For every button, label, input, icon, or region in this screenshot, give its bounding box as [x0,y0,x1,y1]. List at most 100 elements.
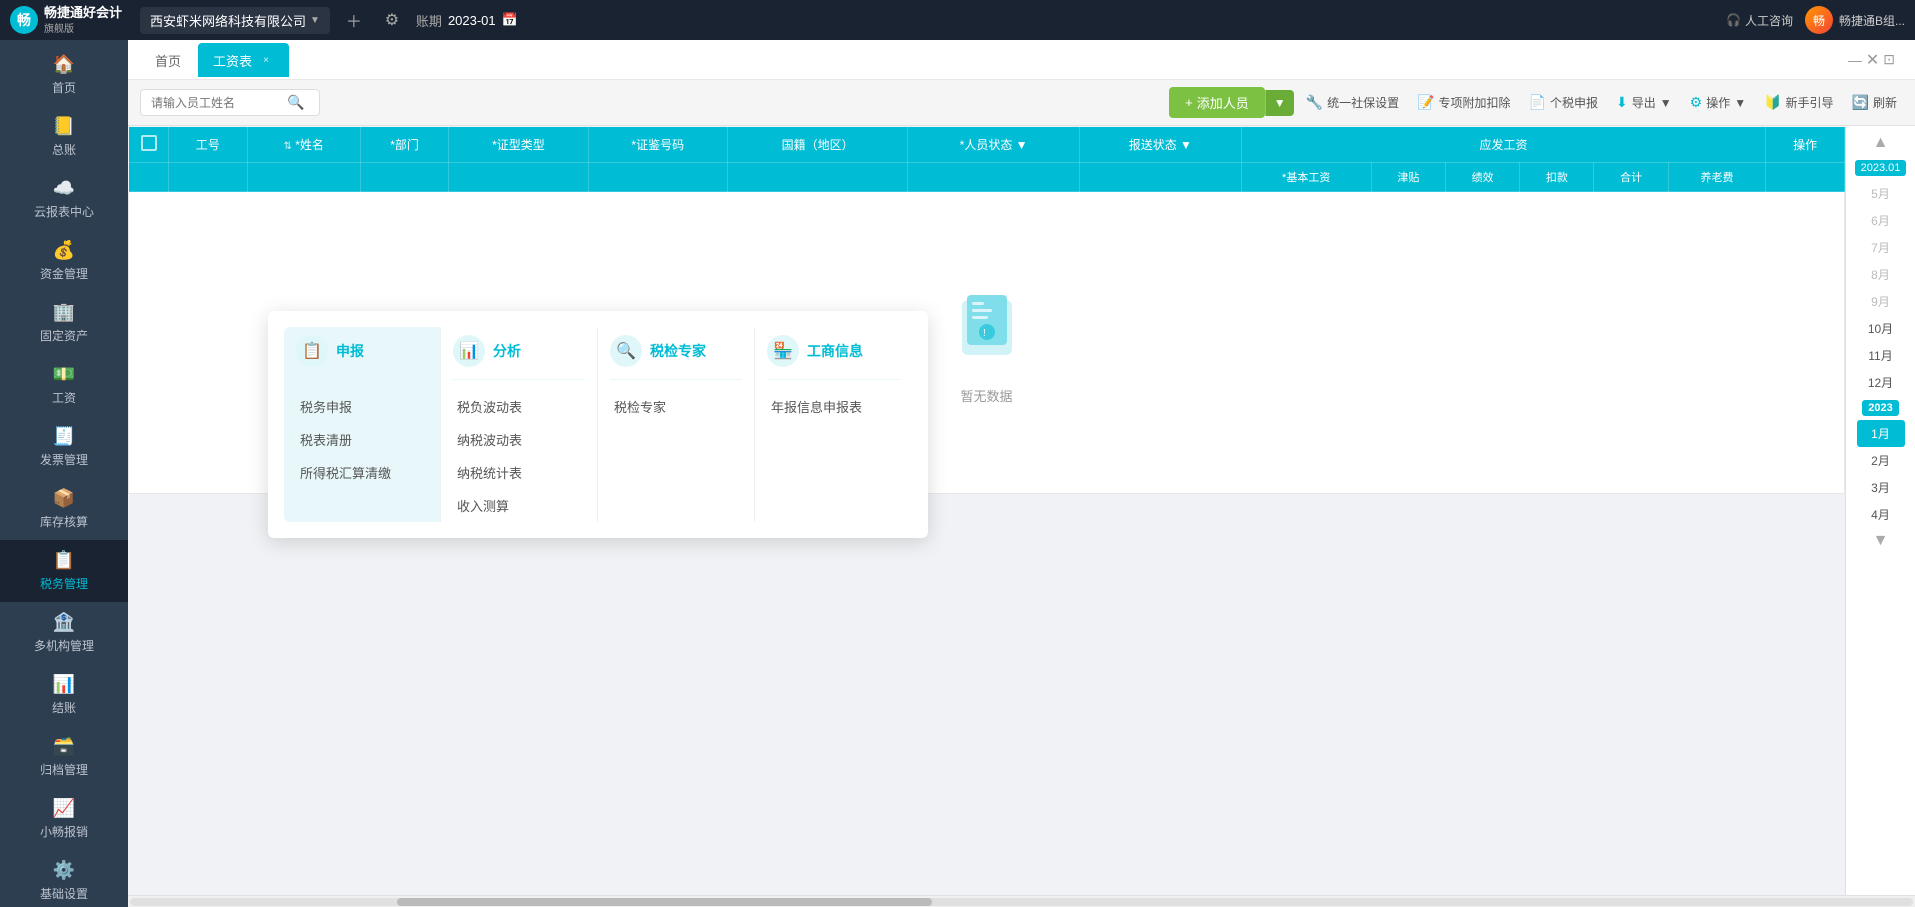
close-button[interactable]: ✕ [1866,50,1879,70]
sort-name-icon[interactable]: ⇅ [283,141,291,152]
sidebar-item-assets[interactable]: 🏢 固定资产 [0,292,128,354]
svg-text:!: ! [983,328,986,339]
operation-icon: ⚙ [1690,94,1703,111]
cal-month-aug[interactable]: 8月 [1857,261,1905,288]
tax-col-bizinfo: 🏪 工商信息 年报信息申报表 [755,327,912,522]
select-all-checkbox[interactable] [141,135,157,151]
sidebar-item-home[interactable]: 🏠 首页 [0,44,128,106]
analysis-icon: 📊 [453,335,485,367]
tax-return-button[interactable]: 📄 个税申报 [1523,90,1604,115]
search-input[interactable] [151,96,281,110]
sidebar-item-settle[interactable]: 📊 结账 [0,664,128,726]
social-security-button[interactable]: 🔧 统一社保设置 [1300,90,1405,115]
declare-header: 📋 申报 [296,327,428,380]
restore-button[interactable]: ⊡ [1883,51,1895,68]
cal-month-dec[interactable]: 12月 [1857,369,1905,396]
tax-item-tax-list[interactable]: 税表清册 [296,423,428,456]
archive-icon: 🗃️ [53,736,75,757]
cal-month-jun[interactable]: 6月 [1857,207,1905,234]
tax-menu-grid: 📋 申报 税务申报 税表清册 所得税汇算清缴 📊 分析 [284,327,912,522]
sidebar-item-invoices[interactable]: 🧾 发票管理 [0,416,128,478]
h-scrollbar[interactable] [128,895,1915,907]
sidebar-item-settings[interactable]: ⚙️ 基础设置 [0,850,128,907]
sidebar-item-multi[interactable]: 🏦 多机构管理 [0,602,128,664]
sidebar-label-invoices: 发票管理 [40,451,88,468]
cal-month-mar[interactable]: 3月 [1857,474,1905,501]
cal-month-feb[interactable]: 2月 [1857,447,1905,474]
th-sub-empty7 [727,163,907,192]
tab-salary[interactable]: 工资表 × [198,43,289,77]
tax-item-income-estimate[interactable]: 收入测算 [453,489,585,522]
tab-close-button[interactable]: × [258,52,274,68]
search-icon[interactable]: 🔍 [287,94,304,111]
tax-dropdown-menu: 📋 申报 税务申报 税表清册 所得税汇算清缴 📊 分析 [268,311,928,538]
avatar: 畅 [1805,6,1833,34]
tax-item-tax-stats[interactable]: 纳税统计表 [453,456,585,489]
guide-button[interactable]: 🔰 新手引导 [1758,90,1839,115]
th-salary-group: 应发工资 [1241,127,1766,163]
cal-month-jul[interactable]: 7月 [1857,234,1905,261]
tab-bar: 首页 工资表 × — ✕ ⊡ [128,40,1915,80]
th-sub-empty2 [169,163,248,192]
top-bar: 畅 畅捷通好会计 旗舰版 西安虾米网络科技有限公司 ▼ ＋ ⚙ 账期 2023-… [0,0,1915,40]
cal-month-apr[interactable]: 4月 [1857,501,1905,528]
calendar-icon[interactable]: 📅 [502,12,518,28]
multi-icon: 🏦 [53,612,75,633]
sidebar-item-tax[interactable]: 📋 税务管理 [0,540,128,602]
calendar-panel: ▲ 2023.01 5月 6月 7月 8月 9月 10月 11月 12月 202… [1845,126,1915,895]
sidebar-item-salary[interactable]: 💵 工资 [0,354,128,416]
no-data-text: 暂无数据 [960,386,1012,405]
settings-icon[interactable]: ⚙ [378,6,406,34]
sidebar-item-archive[interactable]: 🗃️ 归档管理 [0,726,128,788]
cal-month-nov[interactable]: 11月 [1857,342,1905,369]
sidebar-item-inventory[interactable]: 📦 库存核算 [0,478,128,540]
tax-item-income-settle[interactable]: 所得税汇算清缴 [296,456,428,489]
tax-item-expert[interactable]: 税检专家 [610,390,742,423]
tax-item-tax-declare[interactable]: 税务申报 [296,390,428,423]
calendar-up-button[interactable]: ▲ [1869,130,1893,156]
social-security-label: 统一社保设置 [1327,94,1399,111]
main-layout: 🏠 首页 📒 总账 ☁️ 云报表中心 💰 资金管理 🏢 固定资产 💵 工资 🧾 … [0,40,1915,907]
calendar-down-button[interactable]: ▼ [1869,528,1893,554]
app-title: 畅捷通好会计 [44,5,122,21]
tax-item-tax-burden[interactable]: 税负波动表 [453,390,585,423]
user-avatar-button[interactable]: 畅 畅捷通B组... [1805,6,1905,34]
minimize-button[interactable]: — [1848,52,1862,68]
settings-sidebar-icon: ⚙️ [53,860,75,881]
filter-status-icon[interactable]: ▼ [1016,138,1028,152]
export-chevron-icon: ▼ [1660,96,1672,110]
add-person-dropdown-button[interactable]: ▼ [1265,90,1294,116]
sidebar-item-ledger[interactable]: 📒 总账 [0,106,128,168]
cal-month-jan[interactable]: 1月 [1857,420,1905,447]
h-scrollbar-thumb[interactable] [397,898,932,906]
th-sub-empty6 [588,163,727,192]
sidebar-item-funds[interactable]: 💰 资金管理 [0,230,128,292]
special-deduction-button[interactable]: 📝 专项附加扣除 [1411,90,1516,115]
company-selector[interactable]: 西安虾米网络科技有限公司 ▼ [140,7,330,34]
cal-month-oct[interactable]: 10月 [1857,315,1905,342]
tab-home[interactable]: 首页 [140,43,196,77]
cal-month-may[interactable]: 5月 [1857,180,1905,207]
th-sub-empty4 [360,163,448,192]
export-button[interactable]: ⬇ 导出 ▼ [1610,90,1678,115]
cal-month-sep[interactable]: 9月 [1857,288,1905,315]
th-id-num: *证鉴号码 [588,127,727,163]
operation-button[interactable]: ⚙ 操作 ▼ [1684,90,1752,115]
sidebar-item-cloud[interactable]: ☁️ 云报表中心 [0,168,128,230]
refresh-button[interactable]: 🔄 刷新 [1846,90,1903,115]
logo-area: 畅 畅捷通好会计 旗舰版 [10,5,130,36]
calendar-year-prev: 2023.01 [1855,160,1907,176]
tax-item-tax-fluctuation[interactable]: 纳税波动表 [453,423,585,456]
special-deduction-icon: 📝 [1417,94,1434,111]
tax-item-annual-report[interactable]: 年报信息申报表 [767,390,900,423]
guide-toolbar-icon: 🔰 [1764,94,1781,111]
sidebar-item-report[interactable]: 📈 小畅报销 [0,788,128,850]
social-security-icon: 🔧 [1306,94,1323,111]
th-check[interactable] [129,127,169,163]
add-person-button[interactable]: + 添加人员 [1169,87,1265,118]
app-subtitle: 旗舰版 [44,20,122,35]
settle-icon: 📊 [53,674,75,695]
add-company-button[interactable]: ＋ [340,6,368,34]
service-button[interactable]: 🎧 人工咨询 [1726,12,1793,29]
filter-submit-icon[interactable]: ▼ [1180,138,1192,152]
